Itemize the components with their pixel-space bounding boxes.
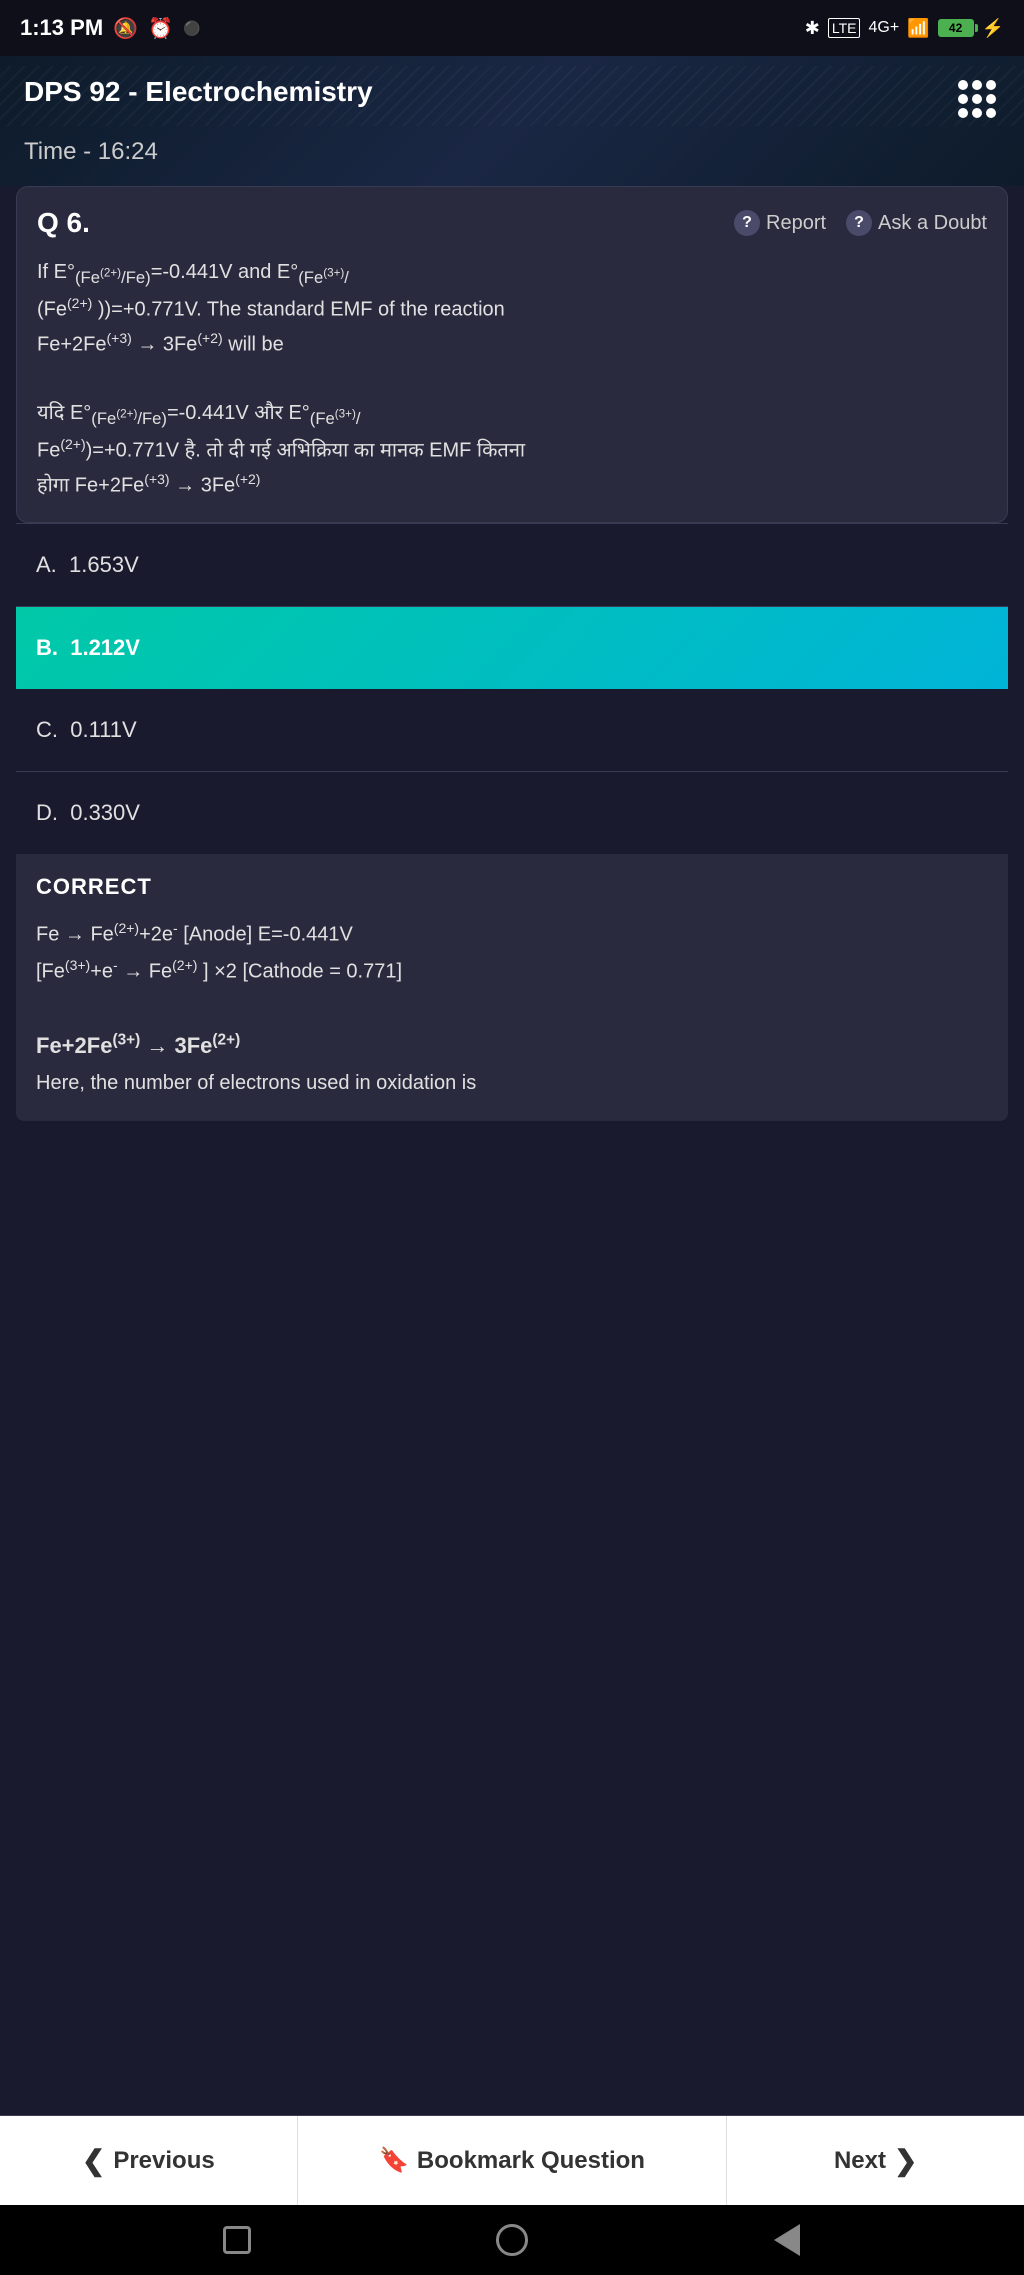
ask-doubt-icon: ? — [846, 210, 872, 236]
solution-line2: [Fe(3+)+e- → Fe(2+) ] ×2 [Cathode = 0.77… — [36, 953, 988, 990]
recent-apps-icon — [223, 2226, 251, 2254]
alarm-icon: 🔕 — [113, 16, 138, 41]
options-container: A. 1.653V B. 1.212V C. 0.111V D. 0.330V — [0, 524, 1024, 854]
previous-label: Previous — [113, 2147, 214, 2175]
solution-text: Fe → Fe(2+)+2e- [Anode] E=-0.441V [Fe(3+… — [36, 916, 988, 1101]
question-card: Q 6. ? Report ? Ask a Doubt If E°(Fe(2+)… — [16, 186, 1008, 523]
back-icon — [774, 2224, 800, 2256]
battery-level: 42 — [949, 21, 962, 35]
battery-icon: 42 — [938, 19, 974, 37]
option-c-label: C. 0.111V — [36, 717, 137, 742]
previous-button[interactable]: ❮ Previous — [0, 2116, 297, 2205]
system-bar — [0, 2205, 1024, 2275]
back-button[interactable] — [767, 2220, 807, 2260]
recent-apps-button[interactable] — [217, 2220, 257, 2260]
solution-label: CORRECT — [36, 874, 988, 900]
signal-bars-icon: 📶 — [907, 18, 929, 39]
time-display: 1:13 PM — [20, 15, 103, 41]
ask-doubt-button[interactable]: ? Ask a Doubt — [846, 210, 987, 236]
bookmark-icon: 🔖 — [379, 2146, 409, 2175]
home-button[interactable] — [492, 2220, 532, 2260]
home-icon — [496, 2224, 528, 2256]
solution-section: CORRECT Fe → Fe(2+)+2e- [Anode] E=-0.441… — [16, 854, 1008, 1121]
status-bar: 1:13 PM 🔕 ⏰ ⚫ ✱ LTE 4G+ 📶 42 ⚡ — [0, 0, 1024, 56]
question-text-hindi: यदि E°(Fe(2+)/Fe)=-0.441V और E°(Fe(3+)/ … — [37, 396, 987, 503]
next-label: Next — [834, 2147, 886, 2175]
page-title: DPS 92 - Electrochemistry — [24, 76, 373, 108]
report-label: Report — [766, 212, 826, 235]
option-b[interactable]: B. 1.212V — [16, 607, 1008, 689]
option-a[interactable]: A. 1.653V — [16, 524, 1008, 607]
solution-line3: Fe+2Fe(3+) → 3Fe(2+) — [36, 1026, 988, 1066]
bottom-navigation: ❮ Previous 🔖 Bookmark Question Next ❯ — [0, 2115, 1024, 2275]
clock-icon: ⏰ — [148, 16, 173, 41]
option-b-label: B. 1.212V — [36, 635, 140, 660]
report-button[interactable]: ? Report — [734, 210, 826, 236]
timer-display: Time - 16:24 — [24, 138, 1000, 166]
solution-line1: Fe → Fe(2+)+2e- [Anode] E=-0.441V — [36, 916, 988, 953]
option-d-label: D. 0.330V — [36, 800, 140, 825]
charging-icon: ⚡ — [982, 18, 1004, 39]
next-button[interactable]: Next ❯ — [727, 2116, 1024, 2205]
option-d[interactable]: D. 0.330V — [16, 772, 1008, 854]
question-text-english: If E°(Fe(2+)/Fe)=-0.441V and E°(Fe(3+)/ … — [37, 255, 987, 362]
bookmark-label: Bookmark Question — [417, 2147, 645, 2175]
solution-line4: Here, the number of electrons used in ox… — [36, 1065, 988, 1101]
question-number: Q 6. — [37, 207, 90, 239]
right-arrow-icon: ❯ — [894, 2144, 917, 2177]
dot-icon: ⚫ — [183, 20, 200, 37]
grid-menu-icon[interactable] — [954, 76, 1000, 122]
left-arrow-icon: ❮ — [82, 2144, 105, 2177]
bluetooth-icon: ✱ — [805, 18, 820, 39]
lte-icon: LTE — [828, 18, 861, 38]
question-body: If E°(Fe(2+)/Fe)=-0.441V and E°(Fe(3+)/ … — [37, 255, 987, 502]
question-actions: ? Report ? Ask a Doubt — [734, 210, 987, 236]
status-right: ✱ LTE 4G+ 📶 42 ⚡ — [805, 18, 1004, 39]
option-a-label: A. 1.653V — [36, 552, 139, 577]
ask-doubt-label: Ask a Doubt — [878, 212, 987, 235]
nav-buttons-row: ❮ Previous 🔖 Bookmark Question Next ❯ — [0, 2115, 1024, 2205]
bookmark-button[interactable]: 🔖 Bookmark Question — [297, 2116, 728, 2205]
status-time: 1:13 PM 🔕 ⏰ ⚫ — [20, 15, 200, 41]
question-header: Q 6. ? Report ? Ask a Doubt — [37, 207, 987, 239]
page-header: DPS 92 - Electrochemistry Time - 16:24 — [0, 56, 1024, 186]
signal-4g-icon: 4G+ — [868, 19, 899, 37]
report-icon: ? — [734, 210, 760, 236]
option-c[interactable]: C. 0.111V — [16, 689, 1008, 772]
